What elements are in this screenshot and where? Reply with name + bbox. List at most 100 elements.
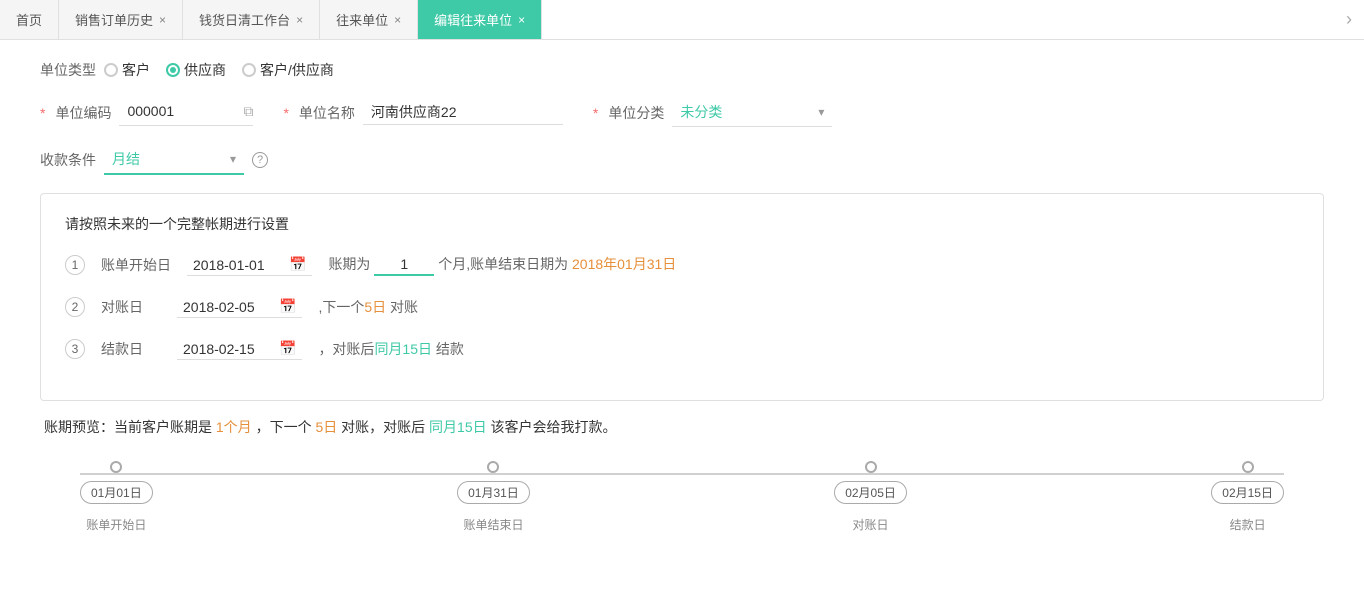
reconcile-date-calendar-icon[interactable]: 📅	[279, 298, 296, 315]
unit-category-select[interactable]: 未分类 ▾	[672, 98, 832, 127]
timeline-items: 01月01日 账单开始日 01月31日 账单结束日 02月05日 对账日 02月…	[80, 461, 1284, 533]
months-input[interactable]	[374, 254, 434, 276]
unit-name-input[interactable]	[363, 100, 563, 125]
preview-text3: 该客户会给我打款。	[491, 419, 617, 435]
timeline-item-2: 02月05日 对账日	[834, 461, 907, 533]
timeline-wrapper: 01月01日 账单开始日 01月31日 账单结束日 02月05日 对账日 02月…	[40, 461, 1324, 533]
unit-category-value: 未分类	[680, 102, 722, 122]
tab-edit-partner[interactable]: 编辑往来单位 ×	[418, 0, 542, 39]
close-sales-order-history[interactable]: ×	[159, 13, 166, 27]
tab-partner-units[interactable]: 往来单位 ×	[320, 0, 418, 39]
timeline-badge-3: 02月15日	[1211, 481, 1284, 504]
payment-condition-arrow: ▾	[230, 152, 236, 166]
unit-code-copy-icon[interactable]: ⧉	[243, 103, 253, 120]
payment-day-highlight: 同月15日	[374, 341, 432, 357]
preview-payment-date: 同月15日	[429, 419, 487, 435]
payment-desc-prefix: ，对账后	[318, 341, 374, 357]
radio-supplier-label: 供应商	[184, 60, 226, 80]
unit-name-label: 单位名称	[299, 103, 355, 123]
payment-row: 收款条件 月结 ▾ ?	[40, 145, 1324, 175]
period-row-1-desc: 账期为 个月,账单结束日期为 2018年01月31日	[328, 254, 676, 276]
radio-supplier[interactable]: 供应商	[166, 60, 226, 80]
payment-desc-suffix: 结款	[432, 341, 464, 357]
unit-type-item: 单位类型 客户 供应商 客户/供应商	[40, 60, 334, 80]
timeline-item-0: 01月01日 账单开始日	[80, 461, 153, 533]
period-row-2: 2 对账日 📅 ,下一个5日 对账	[65, 296, 1299, 318]
close-partner-units[interactable]: ×	[394, 13, 401, 27]
tab-bar: 首页 销售订单历史 × 钱货日清工作台 × 往来单位 × 编辑往来单位 × ›	[0, 0, 1364, 40]
tab-partner-units-label: 往来单位	[336, 10, 388, 29]
radio-group: 客户 供应商 客户/供应商	[104, 60, 334, 80]
period-num-1: 1	[65, 255, 85, 275]
unit-code-field-wrapper: ⧉	[119, 99, 253, 126]
timeline-badge-1: 01月31日	[457, 481, 530, 504]
timeline-dot-3	[1242, 461, 1254, 473]
timeline-dot-0	[110, 461, 122, 473]
radio-customer-circle	[104, 63, 118, 77]
unit-category-arrow: ▾	[818, 105, 824, 119]
preview-period: 1个月	[216, 419, 252, 435]
timeline-dot-1	[487, 461, 499, 473]
period-box: 请按照未来的一个完整帐期进行设置 1 账单开始日 📅 账期为 个月,账单结束日期…	[40, 193, 1324, 401]
reconcile-desc-prefix: ,下一个	[318, 299, 364, 315]
tab-expand-btn[interactable]: ›	[1334, 0, 1364, 39]
tab-home-label: 首页	[16, 10, 42, 29]
close-edit-partner[interactable]: ×	[518, 13, 525, 27]
radio-supplier-circle	[166, 63, 180, 77]
radio-both[interactable]: 客户/供应商	[242, 60, 334, 80]
timeline-item-3: 02月15日 结款日	[1211, 461, 1284, 533]
preview-text2: 对账，对账后	[341, 419, 425, 435]
timeline-badge-0: 01月01日	[80, 481, 153, 504]
tab-cash-reconcile-label: 钱货日清工作台	[199, 10, 290, 29]
start-date-calendar-icon[interactable]: 📅	[289, 256, 306, 273]
unit-name-star: *	[283, 105, 288, 121]
unit-code-input[interactable]	[119, 99, 239, 123]
period-label-1: 账单开始日	[101, 255, 171, 275]
reconcile-desc-suffix: 对账	[386, 299, 418, 315]
period-row-3-desc: ，对账后同月15日 结款	[318, 339, 463, 359]
preview-label: 账期预览：当前客户账期是	[44, 419, 212, 435]
payment-help-icon[interactable]: ?	[252, 152, 268, 168]
unit-info-row: * 单位编码 ⧉ * 单位名称 * 单位分类 未分类 ▾	[40, 98, 1324, 127]
period-desc-suffix: 个月,账单结束日期为	[438, 256, 568, 272]
tab-cash-reconcile[interactable]: 钱货日清工作台 ×	[183, 0, 320, 39]
radio-customer[interactable]: 客户	[104, 60, 150, 80]
unit-type-row: 单位类型 客户 供应商 客户/供应商	[40, 60, 1324, 80]
tab-home[interactable]: 首页	[0, 0, 59, 39]
timeline-item-1: 01月31日 账单结束日	[457, 461, 530, 533]
tab-sales-order-history[interactable]: 销售订单历史 ×	[59, 0, 183, 39]
period-end-date: 2018年01月31日	[572, 256, 676, 272]
period-desc-prefix: 账期为	[328, 256, 370, 272]
preview-section: 账期预览：当前客户账期是 1个月 ，下一个 5日 对账，对账后 同月15日 该客…	[40, 417, 1324, 437]
close-cash-reconcile[interactable]: ×	[296, 13, 303, 27]
radio-customer-label: 客户	[122, 60, 150, 80]
timeline-sublabel-1: 账单结束日	[463, 516, 523, 533]
unit-type-label: 单位类型	[40, 60, 96, 80]
payment-condition-value: 月结	[112, 149, 140, 169]
period-row-1: 1 账单开始日 📅 账期为 个月,账单结束日期为 2018年01月31日	[65, 254, 1299, 276]
main-content: 单位类型 客户 供应商 客户/供应商 * 单位编码	[0, 40, 1364, 608]
start-date-input[interactable]	[193, 257, 283, 273]
timeline-sublabel-2: 对账日	[853, 516, 889, 533]
period-title: 请按照未来的一个完整帐期进行设置	[65, 214, 1299, 234]
reconcile-date-input[interactable]	[183, 299, 273, 315]
reconcile-day-highlight: 5日	[364, 299, 386, 315]
tab-sales-order-history-label: 销售订单历史	[75, 10, 153, 29]
period-row-3: 3 结款日 📅 ，对账后同月15日 结款	[65, 338, 1299, 360]
preview-text1: ，下一个	[256, 419, 312, 435]
period-label-3: 结款日	[101, 339, 161, 359]
reconcile-date-field: 📅	[177, 296, 302, 318]
unit-code-label: 单位编码	[55, 103, 111, 123]
tab-edit-partner-label: 编辑往来单位	[434, 10, 512, 29]
payment-date-calendar-icon[interactable]: 📅	[279, 340, 296, 357]
timeline-sublabel-3: 结款日	[1230, 516, 1266, 533]
payment-condition-label: 收款条件	[40, 150, 96, 170]
payment-date-input[interactable]	[183, 341, 273, 357]
radio-both-label: 客户/供应商	[260, 60, 334, 80]
timeline-badge-2: 02月05日	[834, 481, 907, 504]
payment-date-field: 📅	[177, 338, 302, 360]
payment-condition-select[interactable]: 月结 ▾	[104, 145, 244, 175]
unit-name-item: * 单位名称	[283, 100, 562, 125]
radio-both-circle	[242, 63, 256, 77]
period-num-3: 3	[65, 339, 85, 359]
